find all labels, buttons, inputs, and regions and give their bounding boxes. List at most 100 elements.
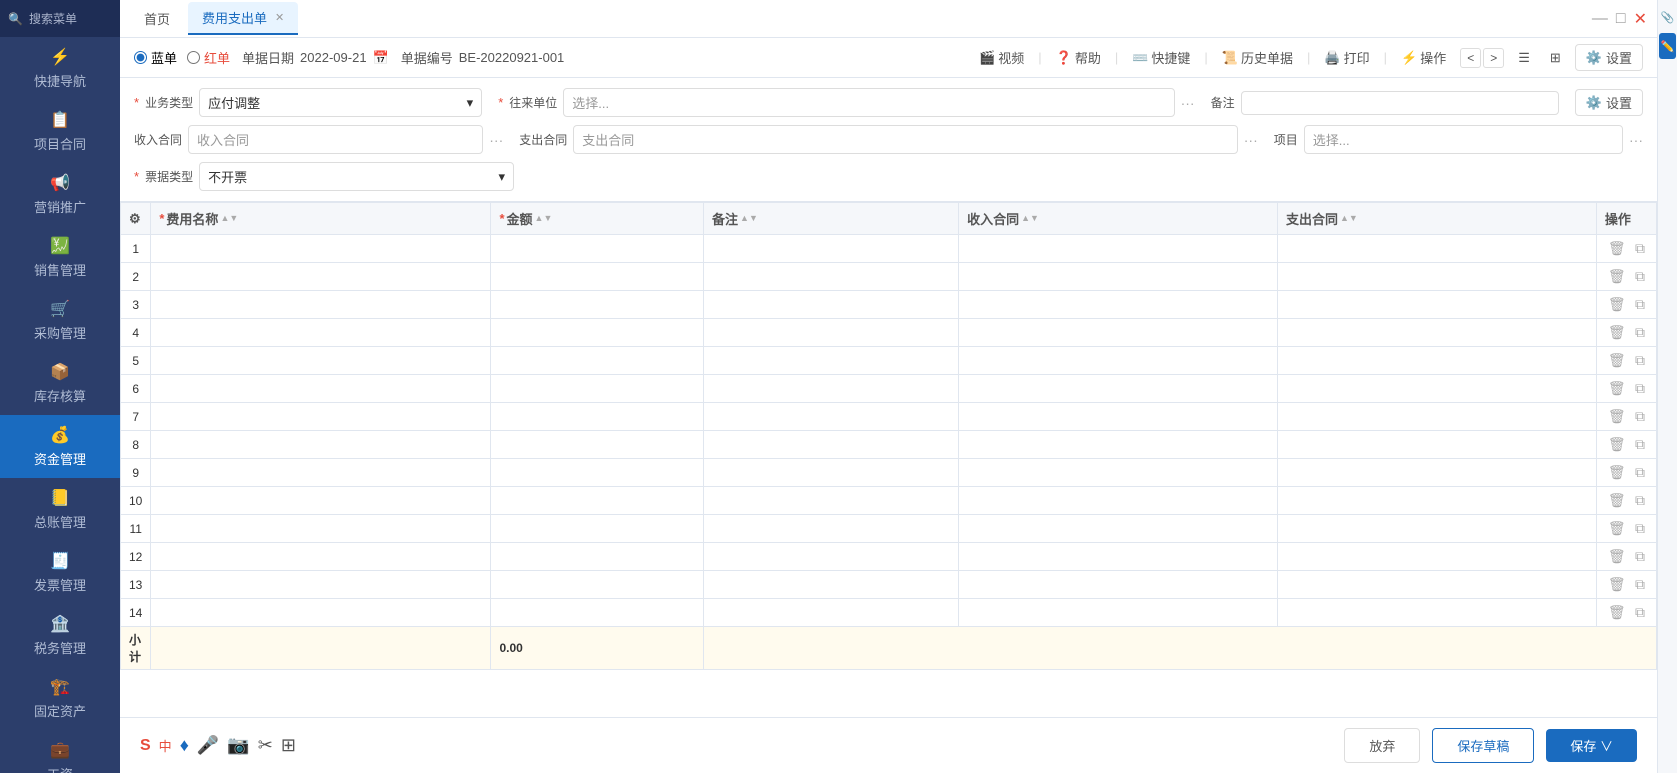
- row-note-2[interactable]: [704, 263, 959, 291]
- row-delete-btn-10[interactable]: 🗑: [1605, 492, 1629, 509]
- row-copy-btn-5[interactable]: ⧉: [1632, 352, 1648, 369]
- row-expense-name-2[interactable]: [151, 263, 491, 291]
- row-amount-4[interactable]: [491, 319, 704, 347]
- row-copy-btn-12[interactable]: ⧉: [1632, 548, 1648, 565]
- row-amount-8[interactable]: [491, 431, 704, 459]
- mic-icon[interactable]: 🎤: [197, 735, 219, 756]
- red-radio-item[interactable]: 红单: [187, 48, 230, 67]
- next-btn[interactable]: >: [1483, 48, 1504, 68]
- row-delete-btn-1[interactable]: 🗑: [1605, 240, 1629, 257]
- row-expense-contract-10[interactable]: [1277, 487, 1596, 515]
- row-expense-contract-1[interactable]: [1277, 235, 1596, 263]
- row-expense-name-13[interactable]: [151, 571, 491, 599]
- calendar-icon[interactable]: 📅: [373, 50, 389, 66]
- row-expense-contract-9[interactable]: [1277, 459, 1596, 487]
- row-amount-11[interactable]: [491, 515, 704, 543]
- row-note-1[interactable]: [704, 235, 959, 263]
- save-btn[interactable]: 保存 ∨: [1546, 729, 1637, 762]
- row-delete-btn-8[interactable]: 🗑: [1605, 436, 1629, 453]
- row-expense-contract-12[interactable]: [1277, 543, 1596, 571]
- grid-icon[interactable]: ⊞: [281, 735, 296, 756]
- row-note-14[interactable]: [704, 599, 959, 627]
- row-amount-13[interactable]: [491, 571, 704, 599]
- row-delete-btn-7[interactable]: 🗑: [1605, 408, 1629, 425]
- invoice-type-dropdown[interactable]: 不开票 ▾: [199, 162, 514, 191]
- row-expense-contract-14[interactable]: [1277, 599, 1596, 627]
- row-expense-contract-5[interactable]: [1277, 347, 1596, 375]
- row-copy-btn-3[interactable]: ⧉: [1632, 296, 1648, 313]
- row-expense-name-11[interactable]: [151, 515, 491, 543]
- row-expense-name-7[interactable]: [151, 403, 491, 431]
- counterparty-dropdown[interactable]: 选择...: [563, 88, 1174, 117]
- row-delete-btn-4[interactable]: 🗑: [1605, 324, 1629, 341]
- operations-btn[interactable]: ⚡ 操作: [1395, 45, 1452, 70]
- row-delete-btn-9[interactable]: 🗑: [1605, 464, 1629, 481]
- row-income-contract-11[interactable]: [959, 515, 1278, 543]
- col-sort-amount[interactable]: * 金额 ▲▼: [499, 209, 552, 228]
- right-panel-tab-edit[interactable]: ✏️: [1659, 33, 1676, 58]
- row-expense-name-10[interactable]: [151, 487, 491, 515]
- expense-contract-dropdown[interactable]: 支出合同: [573, 125, 1237, 154]
- row-copy-btn-8[interactable]: ⧉: [1632, 436, 1648, 453]
- row-expense-contract-4[interactable]: [1277, 319, 1596, 347]
- date-value[interactable]: 2022-09-21: [300, 50, 367, 65]
- row-delete-btn-14[interactable]: 🗑: [1605, 604, 1629, 621]
- sidebar-item-general-ledger[interactable]: 📒总账管理: [0, 478, 120, 541]
- project-more-btn[interactable]: ···: [1629, 132, 1643, 148]
- blue-radio-input[interactable]: [134, 51, 147, 64]
- sidebar-item-sales[interactable]: 💹销售管理: [0, 226, 120, 289]
- window-min-btn[interactable]: —: [1592, 9, 1608, 29]
- row-note-4[interactable]: [704, 319, 959, 347]
- row-note-11[interactable]: [704, 515, 959, 543]
- row-note-7[interactable]: [704, 403, 959, 431]
- row-delete-btn-3[interactable]: 🗑: [1605, 296, 1629, 313]
- expense-contract-more-btn[interactable]: ···: [1244, 132, 1258, 148]
- row-income-contract-3[interactable]: [959, 291, 1278, 319]
- sidebar-item-marketing[interactable]: 📢营销推广: [0, 163, 120, 226]
- scissors-icon[interactable]: ✂: [258, 735, 273, 756]
- print-btn[interactable]: 🖨️ 打印: [1318, 45, 1375, 70]
- row-expense-contract-3[interactable]: [1277, 291, 1596, 319]
- video-btn[interactable]: 🎬 视频: [973, 45, 1030, 70]
- row-amount-7[interactable]: [491, 403, 704, 431]
- row-note-12[interactable]: [704, 543, 959, 571]
- row-delete-btn-13[interactable]: 🗑: [1605, 576, 1629, 593]
- row-copy-btn-14[interactable]: ⧉: [1632, 604, 1648, 621]
- row-note-9[interactable]: [704, 459, 959, 487]
- sidebar-search[interactable]: 🔍 搜索菜单: [0, 0, 120, 37]
- tab-expense-bill[interactable]: 费用支出单 ✕: [188, 2, 298, 35]
- row-copy-btn-7[interactable]: ⧉: [1632, 408, 1648, 425]
- row-expense-contract-6[interactable]: [1277, 375, 1596, 403]
- row-expense-contract-2[interactable]: [1277, 263, 1596, 291]
- row-copy-btn-9[interactable]: ⧉: [1632, 464, 1648, 481]
- list-view-btn[interactable]: ☰: [1512, 47, 1536, 69]
- col-gear[interactable]: ⚙: [121, 203, 151, 235]
- income-contract-dropdown[interactable]: 收入合同: [188, 125, 483, 154]
- row-delete-btn-11[interactable]: 🗑: [1605, 520, 1629, 537]
- s-icon[interactable]: S: [140, 737, 151, 755]
- row-expense-name-6[interactable]: [151, 375, 491, 403]
- sidebar-item-project-contract[interactable]: 📋项目合同: [0, 100, 120, 163]
- chinese-icon[interactable]: 中: [159, 736, 172, 755]
- row-expense-name-5[interactable]: [151, 347, 491, 375]
- row-note-10[interactable]: [704, 487, 959, 515]
- row-copy-btn-1[interactable]: ⧉: [1632, 240, 1648, 257]
- row-income-contract-8[interactable]: [959, 431, 1278, 459]
- blue-radio-item[interactable]: 蓝单: [134, 48, 177, 67]
- row-income-contract-9[interactable]: [959, 459, 1278, 487]
- shortcut-btn[interactable]: ⌨️ 快捷键: [1126, 45, 1196, 70]
- row-note-5[interactable]: [704, 347, 959, 375]
- row-income-contract-4[interactable]: [959, 319, 1278, 347]
- row-expense-name-12[interactable]: [151, 543, 491, 571]
- help-btn[interactable]: ❓ 帮助: [1050, 45, 1107, 70]
- row-income-contract-6[interactable]: [959, 375, 1278, 403]
- sidebar-item-capital[interactable]: 💰资金管理: [0, 415, 120, 478]
- row-income-contract-5[interactable]: [959, 347, 1278, 375]
- row-expense-contract-8[interactable]: [1277, 431, 1596, 459]
- row-delete-btn-12[interactable]: 🗑: [1605, 548, 1629, 565]
- income-contract-more-btn[interactable]: ···: [489, 132, 503, 148]
- row-copy-btn-13[interactable]: ⧉: [1632, 576, 1648, 593]
- right-panel-tab-clip[interactable]: 📎: [1659, 4, 1676, 29]
- row-copy-btn-2[interactable]: ⧉: [1632, 268, 1648, 285]
- counterparty-more-btn[interactable]: ···: [1181, 95, 1195, 111]
